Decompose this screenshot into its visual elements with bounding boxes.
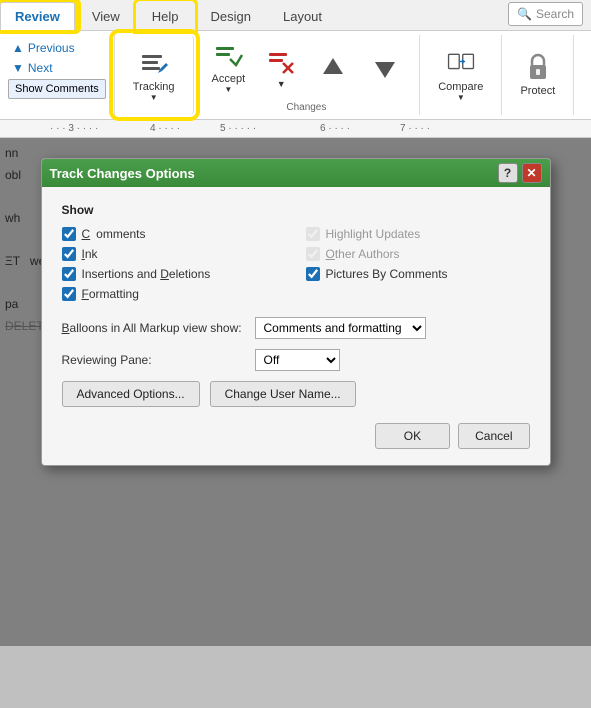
compare-icon bbox=[445, 49, 477, 81]
ribbon-tab-bar: Review View Help Design Layout 🔍 Search bbox=[0, 0, 591, 31]
empty-cell bbox=[306, 287, 530, 301]
reviewing-pane-select-wrap: Off Vertical Horizontal bbox=[255, 349, 340, 371]
dialog-ok-cancel-row: OK Cancel bbox=[62, 423, 530, 449]
reviewing-pane-label: Reviewing Pane: bbox=[62, 353, 247, 367]
checkbox-ink: Ink bbox=[62, 247, 286, 261]
compare-button[interactable]: Compare ▼ bbox=[430, 45, 491, 106]
checkbox-formatting: Formatting bbox=[62, 287, 286, 301]
tracking-icon bbox=[138, 49, 170, 81]
track-changes-options-dialog: Track Changes Options ? ✕ Show Comments bbox=[41, 158, 551, 466]
search-box[interactable]: 🔍 Search bbox=[508, 2, 583, 26]
change-user-name-button[interactable]: Change User Name... bbox=[210, 381, 356, 407]
highlight-updates-label: Highlight Updates bbox=[326, 227, 421, 241]
tab-design[interactable]: Design bbox=[196, 2, 266, 30]
reject-button[interactable]: ▼ bbox=[257, 43, 305, 93]
checkbox-other-authors: Other Authors bbox=[306, 247, 530, 261]
ribbon-group-compare: Compare ▼ bbox=[420, 35, 502, 115]
previous-icon: ▲ bbox=[12, 41, 24, 55]
balloons-row: Balloons in All Markup view show: Commen… bbox=[62, 317, 530, 339]
search-label: Search bbox=[536, 7, 574, 21]
next-change-icon bbox=[369, 52, 401, 84]
ruler-inner: · · · 3 · · · · 4 · · · · 5 · · · · · 6 … bbox=[20, 120, 591, 137]
pictures-by-comments-checkbox[interactable] bbox=[306, 267, 320, 281]
close-button[interactable]: ✕ bbox=[522, 163, 542, 183]
reviewing-pane-row: Reviewing Pane: Off Vertical Horizontal bbox=[62, 349, 530, 371]
ruler: · · · 3 · · · · 4 · · · · 5 · · · · · 6 … bbox=[0, 120, 591, 138]
document-background: nn obl wh ΞT we pa DELETED at will, at a… bbox=[0, 138, 591, 646]
accept-dropdown-icon: ▼ bbox=[224, 85, 232, 94]
checkbox-comments: Comments bbox=[62, 227, 286, 241]
tracking-button[interactable]: Tracking ▼ bbox=[125, 45, 183, 106]
next-button[interactable]: ▼ Next bbox=[8, 59, 106, 77]
highlight-updates-checkbox[interactable] bbox=[306, 227, 320, 241]
next-change-button[interactable] bbox=[361, 48, 409, 88]
tab-view[interactable]: View bbox=[77, 2, 135, 30]
changes-buttons: Accept ▼ ▼ bbox=[204, 37, 410, 98]
protect-button[interactable]: Protect bbox=[512, 49, 563, 101]
tab-help[interactable]: Help bbox=[137, 2, 194, 30]
protect-buttons: Protect bbox=[512, 37, 563, 113]
formatting-label: Formatting bbox=[82, 287, 139, 301]
ribbon-group-changes: Accept ▼ ▼ bbox=[194, 35, 421, 115]
insertions-deletions-checkbox[interactable] bbox=[62, 267, 76, 281]
ink-checkbox[interactable] bbox=[62, 247, 76, 261]
ribbon-group-protect: Protect bbox=[502, 35, 574, 115]
checkboxes-grid: Comments Highlight Updates Ink bbox=[62, 227, 530, 301]
next-icon: ▼ bbox=[12, 61, 24, 75]
dialog-body: Show Comments Highlight Updates bbox=[42, 187, 550, 465]
protect-icon bbox=[522, 53, 554, 85]
dialog-overlay: Track Changes Options ? ✕ Show Comments bbox=[0, 138, 591, 646]
accept-button[interactable]: Accept ▼ bbox=[204, 37, 254, 98]
checkbox-highlight-updates: Highlight Updates bbox=[306, 227, 530, 241]
ribbon-group-tracking: Tracking ▼ bbox=[115, 35, 194, 115]
compare-dropdown-icon: ▼ bbox=[457, 93, 465, 102]
checkbox-insertions-deletions: Insertions and Deletions bbox=[62, 267, 286, 281]
search-icon: 🔍 bbox=[517, 7, 532, 21]
ribbon: Review View Help Design Layout 🔍 Search … bbox=[0, 0, 591, 120]
compare-buttons: Compare ▼ bbox=[430, 37, 491, 113]
balloons-select[interactable]: Comments and formatting All revisions in… bbox=[255, 317, 426, 339]
insertions-deletions-label: Insertions and Deletions bbox=[82, 267, 211, 281]
balloons-select-wrap: Comments and formatting All revisions in… bbox=[255, 317, 426, 339]
accept-icon bbox=[212, 41, 244, 73]
prev-change-icon bbox=[317, 52, 349, 84]
previous-button[interactable]: ▲ Previous bbox=[8, 39, 106, 57]
comments-label: C bbox=[82, 227, 91, 241]
checkbox-pictures-by-comments: Pictures By Comments bbox=[306, 267, 530, 281]
ruler-mark-7: 7 · · · · bbox=[400, 123, 430, 134]
ribbon-commands: ▲ Previous ▼ Next Show Comments bbox=[0, 31, 591, 119]
ribbon-group-nav: ▲ Previous ▼ Next Show Comments bbox=[0, 35, 115, 115]
dialog-controls: ? ✕ bbox=[498, 163, 542, 183]
dialog-action-buttons: Advanced Options... Change User Name... bbox=[62, 381, 530, 407]
balloons-label: Balloons in All Markup view show: bbox=[62, 321, 247, 335]
show-comments-button[interactable]: Show Comments bbox=[8, 79, 106, 99]
help-button[interactable]: ? bbox=[498, 163, 518, 183]
ink-label: Ink bbox=[82, 247, 98, 261]
ruler-mark-3: · · · 3 · · · · bbox=[50, 123, 98, 134]
ok-button[interactable]: OK bbox=[375, 423, 450, 449]
tab-layout[interactable]: Layout bbox=[268, 2, 337, 30]
reviewing-pane-select[interactable]: Off Vertical Horizontal bbox=[255, 349, 340, 371]
tracking-dropdown-icon: ▼ bbox=[150, 93, 158, 102]
other-authors-checkbox[interactable] bbox=[306, 247, 320, 261]
changes-label: Changes bbox=[286, 98, 326, 113]
ruler-mark-4: 4 · · · · bbox=[150, 123, 180, 134]
comments-checkbox[interactable] bbox=[62, 227, 76, 241]
ruler-mark-5: 5 · · · · · bbox=[220, 123, 256, 134]
tracking-buttons: Tracking ▼ bbox=[125, 37, 183, 113]
pictures-by-comments-label: Pictures By Comments bbox=[326, 267, 448, 281]
other-authors-label: Other Authors bbox=[326, 247, 400, 261]
reject-icon bbox=[265, 47, 297, 79]
dialog-titlebar: Track Changes Options ? ✕ bbox=[42, 159, 550, 187]
cancel-button[interactable]: Cancel bbox=[458, 423, 529, 449]
dialog-title: Track Changes Options bbox=[50, 166, 195, 181]
tab-review[interactable]: Review bbox=[0, 2, 75, 30]
show-section-label: Show bbox=[62, 203, 530, 217]
formatting-checkbox[interactable] bbox=[62, 287, 76, 301]
prev-change-button[interactable] bbox=[309, 48, 357, 88]
ruler-mark-6: 6 · · · · bbox=[320, 123, 350, 134]
advanced-options-button[interactable]: Advanced Options... bbox=[62, 381, 200, 407]
